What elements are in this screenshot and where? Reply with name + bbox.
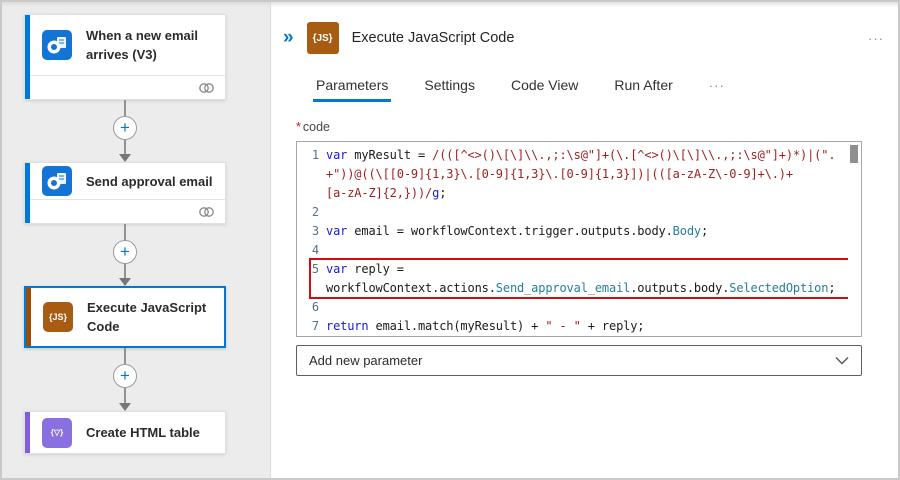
arrow-down-icon [119, 403, 131, 411]
card-accent-stripe [25, 412, 30, 453]
line-number: 1 [311, 148, 319, 162]
workflow-canvas: When a new email arrives (V3) + Send app… [2, 2, 270, 478]
flow-step-when-a-new-email-arrives[interactable]: When a new email arrives (V3) [24, 14, 226, 100]
tab-overflow-icon[interactable]: ··· [709, 78, 725, 93]
required-asterisk: * [296, 120, 301, 134]
code-row: 4 [305, 241, 861, 260]
code-row: workflowContext.actions.Send_approval_em… [305, 279, 861, 298]
add-new-parameter-label: Add new parameter [309, 353, 423, 368]
flow-step-create-html-table[interactable]: {▽} Create HTML table [24, 411, 226, 454]
code-row: 3 var email = workflowContext.trigger.out… [305, 222, 861, 241]
flow-connector: + [112, 224, 138, 286]
panel-header: » {JS} Execute JavaScript Code ··· [271, 2, 898, 54]
step-label: Send approval email [86, 173, 213, 189]
arrow-down-icon [119, 278, 131, 286]
line-number [305, 165, 319, 184]
code-editor[interactable]: 1 var myResult = /(([^<>()\[\]\\.,;:\s@"]… [296, 141, 862, 337]
panel-title: Execute JavaScript Code [351, 30, 515, 46]
code-row: 5 var reply = [305, 260, 861, 279]
outlook-icon [42, 166, 72, 196]
code-row: 7 return email.match(myResult) + " - " + … [305, 317, 861, 336]
card-accent-stripe [25, 15, 30, 99]
action-detail-panel: » {JS} Execute JavaScript Code ··· Param… [270, 2, 898, 478]
step-label: Create HTML table [86, 425, 200, 440]
line-number: 4 [311, 243, 319, 257]
tab-run-after[interactable]: Run After [614, 77, 672, 93]
card-accent-stripe [26, 288, 31, 346]
insert-step-button[interactable]: + [113, 116, 137, 140]
code-row: 1 var myResult = /(([^<>()\[\]\\.,;:\s@"]… [305, 146, 861, 165]
top-shadow [2, 2, 270, 7]
step-label: When a new email arrives (V3) [86, 28, 198, 62]
flow-connector: + [112, 100, 138, 162]
code-field-label: * code [296, 120, 330, 134]
add-new-parameter-dropdown[interactable]: Add new parameter [296, 345, 862, 376]
line-number: 5 [311, 262, 319, 276]
code-rows: 1 var myResult = /(([^<>()\[\]\\.,;:\s@"]… [297, 142, 861, 336]
outlook-icon [42, 30, 72, 60]
arrow-down-icon [119, 154, 131, 162]
line-number: 7 [311, 319, 319, 333]
code-row: 2 [305, 203, 861, 222]
connection-icon[interactable] [198, 82, 215, 94]
line-number [305, 184, 319, 203]
code-row: 6 [305, 298, 861, 317]
flow-step-execute-javascript-code-selected[interactable]: {JS} Execute JavaScript Code [24, 286, 226, 348]
flow-step-send-approval-email[interactable]: Send approval email [24, 162, 226, 224]
data-operation-icon: {▽} [42, 417, 72, 448]
insert-step-button[interactable]: + [113, 240, 137, 264]
flow-connector: + [112, 348, 138, 411]
insert-step-button[interactable]: + [113, 364, 137, 388]
tab-parameters[interactable]: Parameters [312, 77, 392, 102]
tab-code-view[interactable]: Code View [511, 77, 578, 93]
line-number: 3 [311, 224, 319, 238]
error-highlight-box: 5 var reply = workflowContext.actions.Send… [305, 258, 861, 299]
flow-designer-window: When a new email arrives (V3) + Send app… [0, 0, 900, 480]
line-number: 2 [311, 205, 319, 219]
connection-icon[interactable] [198, 206, 215, 218]
editor-scrollbar[interactable] [848, 143, 860, 335]
card-accent-stripe [25, 163, 30, 223]
tab-bar: Parameters Settings Code View Run After … [312, 77, 898, 102]
line-number [305, 279, 319, 298]
collapse-panel-icon[interactable]: » [283, 28, 294, 48]
javascript-icon: {JS} [43, 302, 73, 332]
scrollbar-thumb[interactable] [850, 145, 858, 163]
code-row: [a-zA-Z]{2,}))/g; [305, 184, 861, 203]
more-options-icon[interactable]: ··· [868, 31, 884, 46]
chevron-down-icon [835, 356, 849, 365]
line-number: 6 [311, 300, 319, 314]
step-label: Execute JavaScript Code [87, 300, 207, 334]
code-row: +"))@((\[[0-9]{1,3}\.[0-9]{1,3}\.[0-9]{1… [305, 165, 861, 184]
tab-settings[interactable]: Settings [424, 77, 475, 93]
javascript-icon: {JS} [306, 22, 339, 54]
